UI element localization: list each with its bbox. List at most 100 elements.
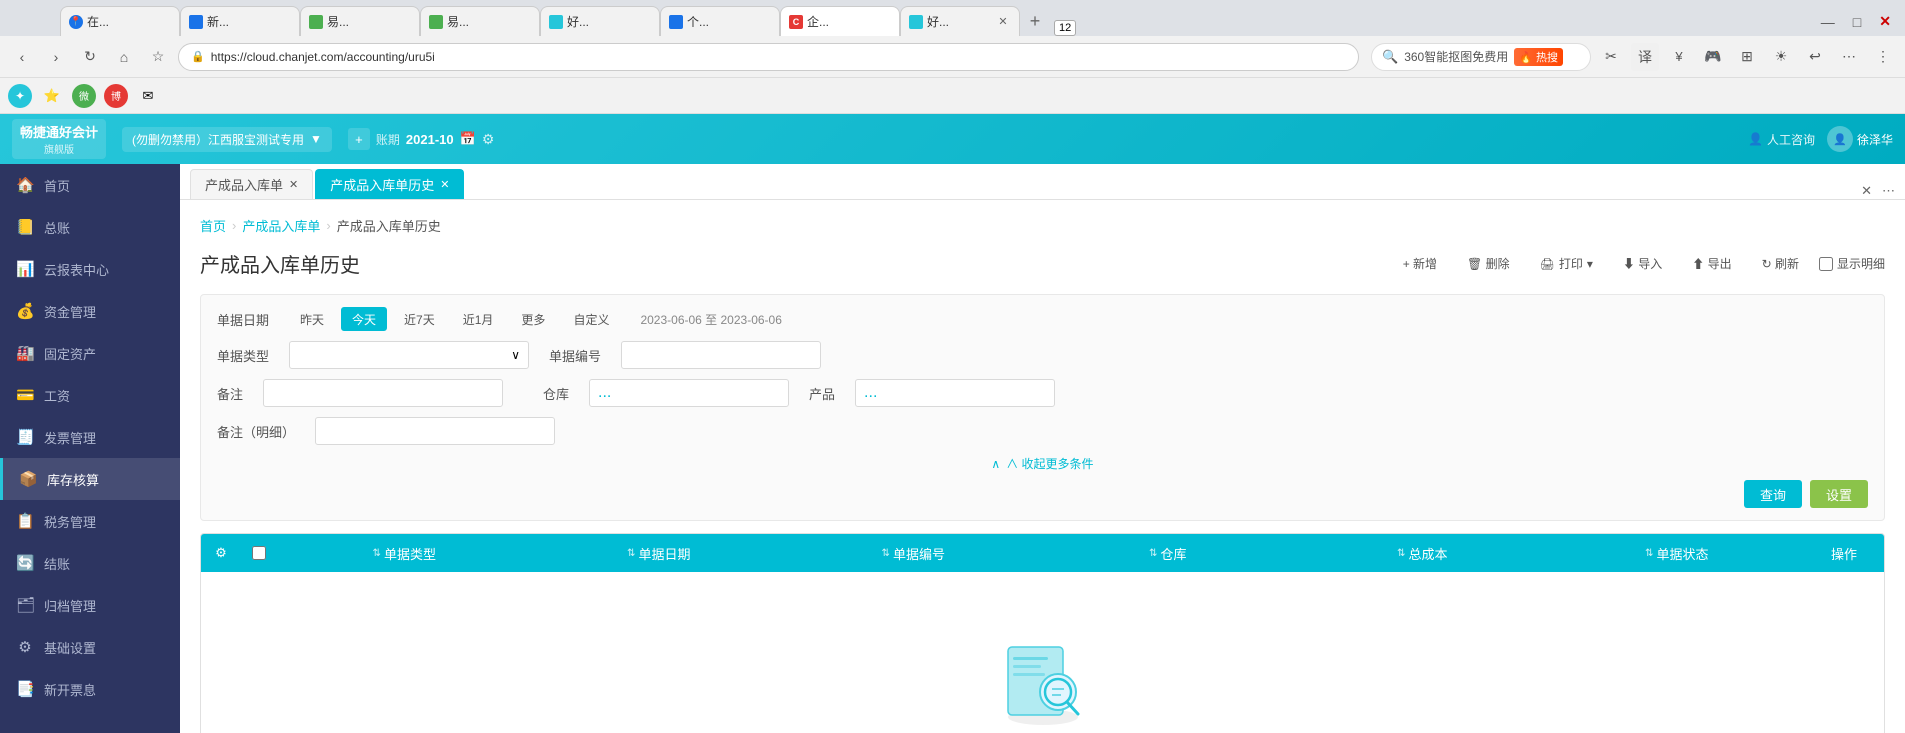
extensions-icon[interactable]: ⋮ <box>1869 43 1897 71</box>
page-tab-expand-icon[interactable]: ⋯ <box>1882 183 1895 199</box>
sidebar-item-home[interactable]: 🏠 首页 <box>0 164 180 206</box>
th-number[interactable]: ⇅ 单据编号 <box>786 544 1041 563</box>
delete-button[interactable]: 🗑 删除 <box>1457 250 1520 278</box>
weibo-icon[interactable]: 微 <box>72 84 96 108</box>
sidebar-item-inventory[interactable]: 📦 库存核算 <box>0 458 180 500</box>
th-date[interactable]: ⇅ 单据日期 <box>532 544 787 563</box>
th-settings[interactable]: ⚙ <box>201 545 241 561</box>
ai-consult-button[interactable]: 👤 人工咨询 <box>1748 131 1815 148</box>
browser-tab-5[interactable]: 好... <box>540 6 660 36</box>
number-filter-input[interactable] <box>621 341 821 369</box>
close-button[interactable]: ✕ <box>1873 11 1897 32</box>
tab-8-close-icon[interactable]: ✕ <box>995 14 1011 30</box>
refresh-button[interactable]: ↻ 刷新 <box>1752 250 1809 278</box>
star-icon[interactable]: ⭐ <box>40 84 64 108</box>
date-chip-yesterday[interactable]: 昨天 <box>289 307 335 331</box>
sidebar-item-ledger[interactable]: 📒 总账 <box>0 206 180 248</box>
show-detail-toggle[interactable]: 显示明细 <box>1819 255 1885 272</box>
grid-icon[interactable]: ⊞ <box>1733 43 1761 71</box>
sidebar-item-salary[interactable]: 💳 工资 <box>0 374 180 416</box>
search-button[interactable]: 查询 <box>1744 480 1802 508</box>
export-button[interactable]: ⬆ 导出 <box>1682 250 1741 278</box>
breadcrumb-home[interactable]: 首页 <box>200 216 226 235</box>
browser-tab-6[interactable]: 个... <box>660 6 780 36</box>
scissors-icon[interactable]: ✂ <box>1597 43 1625 71</box>
company-selector[interactable]: (勿删勿禁用）江西服宝测试专用 ▼ <box>122 127 332 152</box>
th-type-label: 单据类型 <box>384 544 436 563</box>
sidebar-item-basic[interactable]: ⚙ 基础设置 <box>0 626 180 668</box>
product-filter-select[interactable]: ... <box>855 379 1055 407</box>
period-calendar-icon[interactable]: 📅 <box>460 131 476 147</box>
page-tabs: 产成品入库单 ✕ 产成品入库单历史 ✕ ✕ ⋯ <box>180 164 1905 200</box>
browser-tab-8[interactable]: 好... ✕ <box>900 6 1020 36</box>
date-chip-custom[interactable]: 自定义 <box>562 307 620 331</box>
page-tab-history[interactable]: 产成品入库单历史 ✕ <box>315 169 464 199</box>
th-cost[interactable]: ⇅ 总成本 <box>1295 544 1550 563</box>
import-button[interactable]: ⬇ 导入 <box>1613 250 1672 278</box>
bookmark-button[interactable]: ☆ <box>144 43 172 71</box>
date-chip-7days[interactable]: 近7天 <box>393 307 446 331</box>
page-tab-list-close-icon[interactable]: ✕ <box>289 178 298 191</box>
browser-tab-4[interactable]: 易... <box>420 6 540 36</box>
back-button[interactable]: ‹ <box>8 43 36 71</box>
breadcrumb-list[interactable]: 产成品入库单 <box>242 216 320 235</box>
translate-icon[interactable]: 译 <box>1631 43 1659 71</box>
refresh-nav-button[interactable]: ↻ <box>76 43 104 71</box>
sidebar-item-new-invoice[interactable]: 📑 新开票息 <box>0 668 180 710</box>
show-detail-checkbox[interactable] <box>1819 257 1833 271</box>
more-icon[interactable]: ⋯ <box>1835 43 1863 71</box>
filter-settings-button[interactable]: 设置 <box>1810 480 1868 508</box>
new-button[interactable]: + 新增 <box>1393 250 1447 278</box>
th-warehouse[interactable]: ⇅ 仓库 <box>1041 544 1296 563</box>
warehouse-filter-select[interactable]: ... <box>589 379 789 407</box>
maximize-button[interactable]: □ <box>1847 12 1867 32</box>
sidebar-item-archive[interactable]: 🗂 归档管理 <box>0 584 180 626</box>
note-filter-label: 备注 <box>217 384 243 403</box>
tab-count-badge[interactable]: 12 <box>1054 20 1076 36</box>
period-settings-icon[interactable]: ⚙ <box>482 131 495 148</box>
type-filter-select[interactable]: ∨ <box>289 341 529 369</box>
date-chip-1month[interactable]: 近1月 <box>452 307 505 331</box>
sidebar-item-checkout[interactable]: 🔄 结账 <box>0 542 180 584</box>
hot-search-badge[interactable]: 🔥 热搜 <box>1514 48 1563 66</box>
weibo2-icon[interactable]: 博 <box>104 84 128 108</box>
home-nav-button[interactable]: ⌂ <box>110 43 138 71</box>
browser-tab-2[interactable]: 新... <box>180 6 300 36</box>
sidebar-item-tax[interactable]: 📋 税务管理 <box>0 500 180 542</box>
th-status[interactable]: ⇅ 单据状态 <box>1550 544 1805 563</box>
undo-icon[interactable]: ↩ <box>1801 43 1829 71</box>
mail-icon[interactable]: ✉ <box>136 84 160 108</box>
print-button[interactable]: 🖨 打印 ▾ <box>1530 250 1603 278</box>
filter-row-type: 单据类型 ∨ 单据编号 <box>217 341 1868 369</box>
search-bar[interactable]: 🔍 360智能抠图免费用 🔥 热搜 <box>1371 43 1591 71</box>
note-detail-input[interactable] <box>315 417 555 445</box>
th-type[interactable]: ⇅ 单据类型 <box>277 544 532 563</box>
currency-icon[interactable]: ¥ <box>1665 43 1693 71</box>
th-checkbox[interactable] <box>241 546 277 560</box>
user-profile[interactable]: 👤 徐泽华 <box>1827 126 1893 152</box>
page-tab-close-all-icon[interactable]: ✕ <box>1861 183 1872 199</box>
browser-tab-1[interactable]: 📍 在... <box>60 6 180 36</box>
game-icon[interactable]: 🎮 <box>1699 43 1727 71</box>
minimize-button[interactable]: — <box>1815 12 1841 32</box>
date-chip-today[interactable]: 今天 <box>341 307 387 331</box>
browser-tab-7[interactable]: C 企... <box>780 6 900 36</box>
sidebar-item-invoice[interactable]: 🧾 发票管理 <box>0 416 180 458</box>
sidebar-item-fixed-assets[interactable]: 🏭 固定资产 <box>0 332 180 374</box>
note-filter-input[interactable] <box>263 379 503 407</box>
sidebar-item-cloud-report[interactable]: 📊 云报表中心 <box>0 248 180 290</box>
select-all-checkbox[interactable] <box>252 546 266 560</box>
page-tab-list[interactable]: 产成品入库单 ✕ <box>190 169 313 199</box>
browser-tab-3[interactable]: 易... <box>300 6 420 36</box>
page-actions: + 新增 🗑 删除 🖨 打印 ▾ ⬇ 导入 ⬆ 导出 ↻ 刷新 <box>1393 250 1885 278</box>
favorites-app-icon[interactable]: ✦ <box>8 84 32 108</box>
address-input[interactable]: 🔒 https://cloud.chanjet.com/accounting/u… <box>178 43 1359 71</box>
sidebar-item-fund[interactable]: 💰 资金管理 <box>0 290 180 332</box>
new-tab-button[interactable]: + <box>1020 6 1050 36</box>
forward-button[interactable]: › <box>42 43 70 71</box>
add-period-button[interactable]: + <box>348 128 370 150</box>
date-chip-more[interactable]: 更多 <box>510 307 556 331</box>
collapse-btn[interactable]: ∧ ∧ 收起更多条件 <box>991 455 1093 472</box>
brightness-icon[interactable]: ☀ <box>1767 43 1795 71</box>
page-tab-history-close-icon[interactable]: ✕ <box>440 178 449 191</box>
